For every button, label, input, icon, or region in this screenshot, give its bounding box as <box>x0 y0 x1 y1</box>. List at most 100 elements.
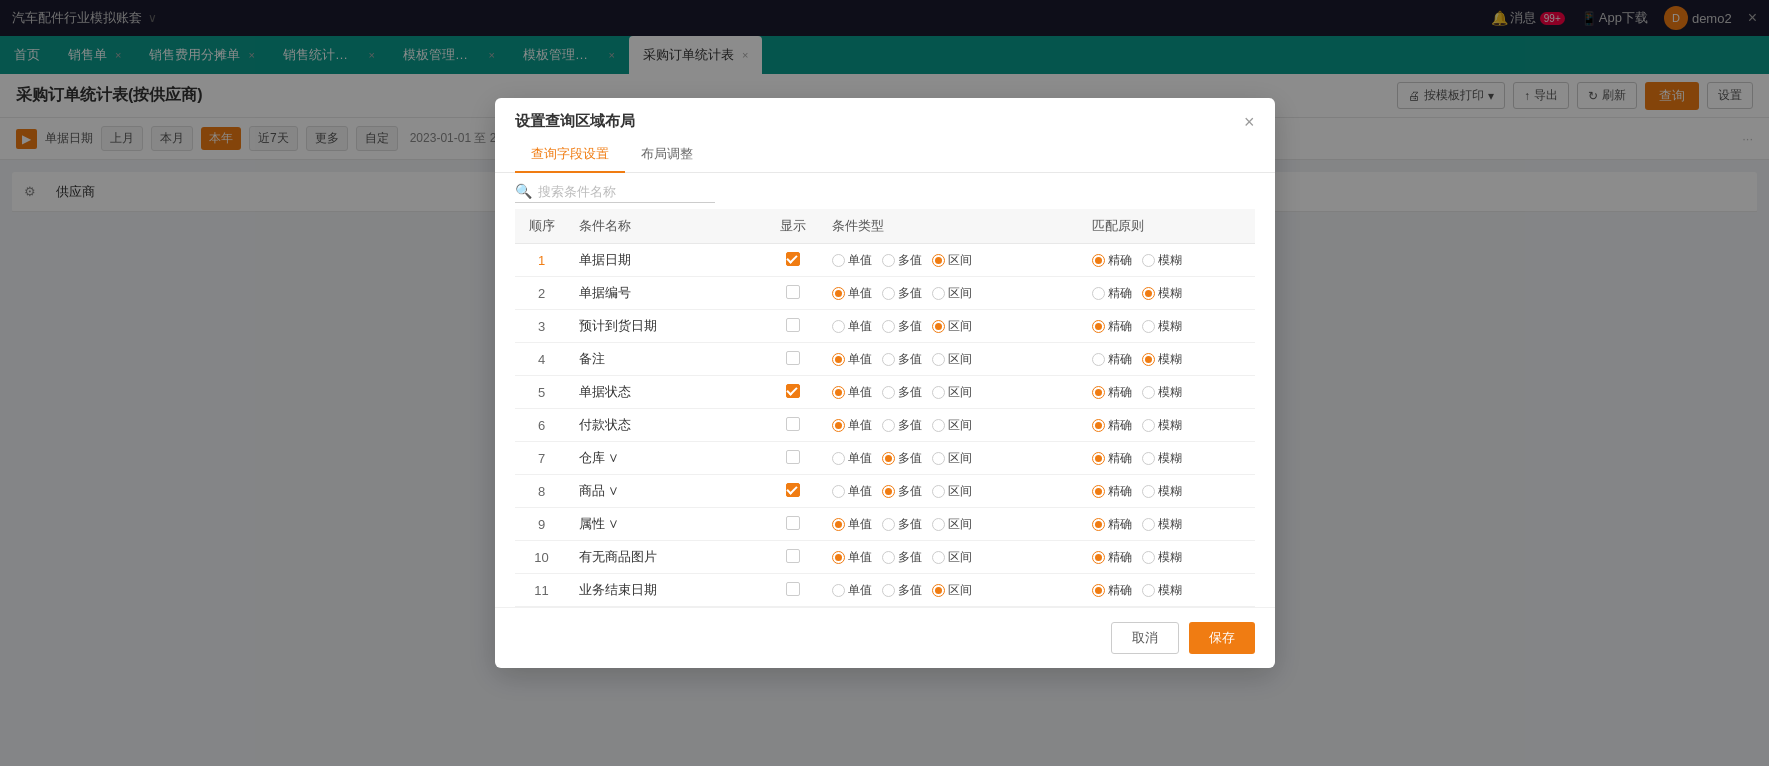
match-radio-fuzzy[interactable]: 模糊 <box>1142 285 1182 302</box>
display-cell[interactable] <box>763 574 822 607</box>
match-radio-exact[interactable]: 精确 <box>1092 582 1132 599</box>
cancel-button[interactable]: 取消 <box>1111 622 1179 654</box>
display-checkbox[interactable] <box>786 384 800 398</box>
save-button[interactable]: 保存 <box>1189 622 1255 654</box>
type-radio-range[interactable]: 区间 <box>932 582 972 599</box>
type-radio-range[interactable]: 区间 <box>932 351 972 368</box>
match-radio-fuzzy[interactable]: 模糊 <box>1142 549 1182 566</box>
match-radio-group: 精确模糊 <box>1092 483 1245 500</box>
display-cell[interactable] <box>763 310 822 343</box>
type-radio-range[interactable]: 区间 <box>932 384 972 401</box>
display-cell[interactable] <box>763 475 822 508</box>
match-radio-fuzzy[interactable]: 模糊 <box>1142 384 1182 401</box>
display-cell[interactable] <box>763 244 822 277</box>
match-radio-exact[interactable]: 精确 <box>1092 483 1132 500</box>
display-cell[interactable] <box>763 541 822 574</box>
match-radio-fuzzy[interactable]: 模糊 <box>1142 252 1182 269</box>
modal-footer: 取消 保存 <box>495 607 1275 668</box>
type-radio-single[interactable]: 单值 <box>832 516 872 533</box>
match-cell: 精确模糊 <box>1082 343 1255 376</box>
display-cell[interactable] <box>763 277 822 310</box>
match-radio-fuzzy[interactable]: 模糊 <box>1142 318 1182 335</box>
display-checkbox[interactable] <box>786 318 800 332</box>
modal-table-wrap: 顺序 条件名称 显示 条件类型 匹配原则 1单据日期单值多值区间精确模糊2单据编… <box>495 209 1275 607</box>
display-checkbox[interactable] <box>786 450 800 464</box>
match-radio-group: 精确模糊 <box>1092 252 1245 269</box>
match-radio-fuzzy[interactable]: 模糊 <box>1142 417 1182 434</box>
display-checkbox[interactable] <box>786 582 800 596</box>
display-cell[interactable] <box>763 343 822 376</box>
search-input[interactable] <box>538 184 698 199</box>
type-radio-range[interactable]: 区间 <box>932 450 972 467</box>
type-radio-multi[interactable]: 多值 <box>882 549 922 566</box>
display-cell[interactable] <box>763 442 822 475</box>
match-radio-exact[interactable]: 精确 <box>1092 351 1132 368</box>
type-radio-single[interactable]: 单值 <box>832 318 872 335</box>
type-radio-multi[interactable]: 多值 <box>882 318 922 335</box>
match-radio-fuzzy[interactable]: 模糊 <box>1142 351 1182 368</box>
match-radio-exact[interactable]: 精确 <box>1092 450 1132 467</box>
match-radio-exact[interactable]: 精确 <box>1092 384 1132 401</box>
type-cell: 单值多值区间 <box>822 277 1081 310</box>
display-checkbox[interactable] <box>786 417 800 431</box>
display-checkbox[interactable] <box>786 516 800 530</box>
seq-cell: 8 <box>515 475 569 508</box>
type-radio-multi[interactable]: 多值 <box>882 516 922 533</box>
match-radio-exact[interactable]: 精确 <box>1092 417 1132 434</box>
seq-cell: 5 <box>515 376 569 409</box>
type-radio-range[interactable]: 区间 <box>932 252 972 269</box>
match-radio-exact[interactable]: 精确 <box>1092 516 1132 533</box>
display-checkbox[interactable] <box>786 483 800 497</box>
display-checkbox[interactable] <box>786 252 800 266</box>
display-cell[interactable] <box>763 376 822 409</box>
type-radio-single[interactable]: 单值 <box>832 582 872 599</box>
type-radio-range[interactable]: 区间 <box>932 483 972 500</box>
type-cell: 单值多值区间 <box>822 409 1081 442</box>
match-radio-exact[interactable]: 精确 <box>1092 549 1132 566</box>
modal-tab-field-settings[interactable]: 查询字段设置 <box>515 139 625 173</box>
display-checkbox[interactable] <box>786 285 800 299</box>
type-radio-single[interactable]: 单值 <box>832 252 872 269</box>
col-type: 条件类型 <box>822 209 1081 244</box>
match-radio-exact[interactable]: 精确 <box>1092 318 1132 335</box>
type-radio-range[interactable]: 区间 <box>932 285 972 302</box>
match-radio-fuzzy[interactable]: 模糊 <box>1142 483 1182 500</box>
modal-close-button[interactable]: × <box>1244 113 1255 131</box>
type-radio-single[interactable]: 单值 <box>832 417 872 434</box>
type-radio-single[interactable]: 单值 <box>832 285 872 302</box>
display-checkbox[interactable] <box>786 351 800 365</box>
display-cell[interactable] <box>763 508 822 541</box>
modal-overlay: 设置查询区域布局 × 查询字段设置 布局调整 🔍 顺序 <box>0 0 1769 764</box>
type-radio-range[interactable]: 区间 <box>932 516 972 533</box>
type-radio-multi[interactable]: 多值 <box>882 252 922 269</box>
type-radio-range[interactable]: 区间 <box>932 417 972 434</box>
match-radio-exact[interactable]: 精确 <box>1092 252 1132 269</box>
type-radio-single[interactable]: 单值 <box>832 549 872 566</box>
display-cell[interactable] <box>763 409 822 442</box>
display-checkbox[interactable] <box>786 549 800 563</box>
type-radio-single[interactable]: 单值 <box>832 450 872 467</box>
type-radio-single[interactable]: 单值 <box>832 351 872 368</box>
type-radio-range[interactable]: 区间 <box>932 549 972 566</box>
type-cell: 单值多值区间 <box>822 376 1081 409</box>
type-radio-single[interactable]: 单值 <box>832 483 872 500</box>
modal-tab-layout[interactable]: 布局调整 <box>625 139 709 173</box>
type-radio-multi[interactable]: 多值 <box>882 285 922 302</box>
type-radio-multi[interactable]: 多值 <box>882 483 922 500</box>
type-cell: 单值多值区间 <box>822 343 1081 376</box>
type-radio-single[interactable]: 单值 <box>832 384 872 401</box>
match-radio-fuzzy[interactable]: 模糊 <box>1142 516 1182 533</box>
type-radio-multi[interactable]: 多值 <box>882 582 922 599</box>
match-radio-fuzzy[interactable]: 模糊 <box>1142 582 1182 599</box>
match-radio-fuzzy[interactable]: 模糊 <box>1142 450 1182 467</box>
match-cell: 精确模糊 <box>1082 244 1255 277</box>
type-radio-range[interactable]: 区间 <box>932 318 972 335</box>
type-radio-multi[interactable]: 多值 <box>882 450 922 467</box>
match-radio-exact[interactable]: 精确 <box>1092 285 1132 302</box>
type-radio-multi[interactable]: 多值 <box>882 417 922 434</box>
match-radio-group: 精确模糊 <box>1092 582 1245 599</box>
type-radio-multi[interactable]: 多值 <box>882 384 922 401</box>
type-radio-multi[interactable]: 多值 <box>882 351 922 368</box>
table-row: 1单据日期单值多值区间精确模糊 <box>515 244 1255 277</box>
table-row: 4备注单值多值区间精确模糊 <box>515 343 1255 376</box>
